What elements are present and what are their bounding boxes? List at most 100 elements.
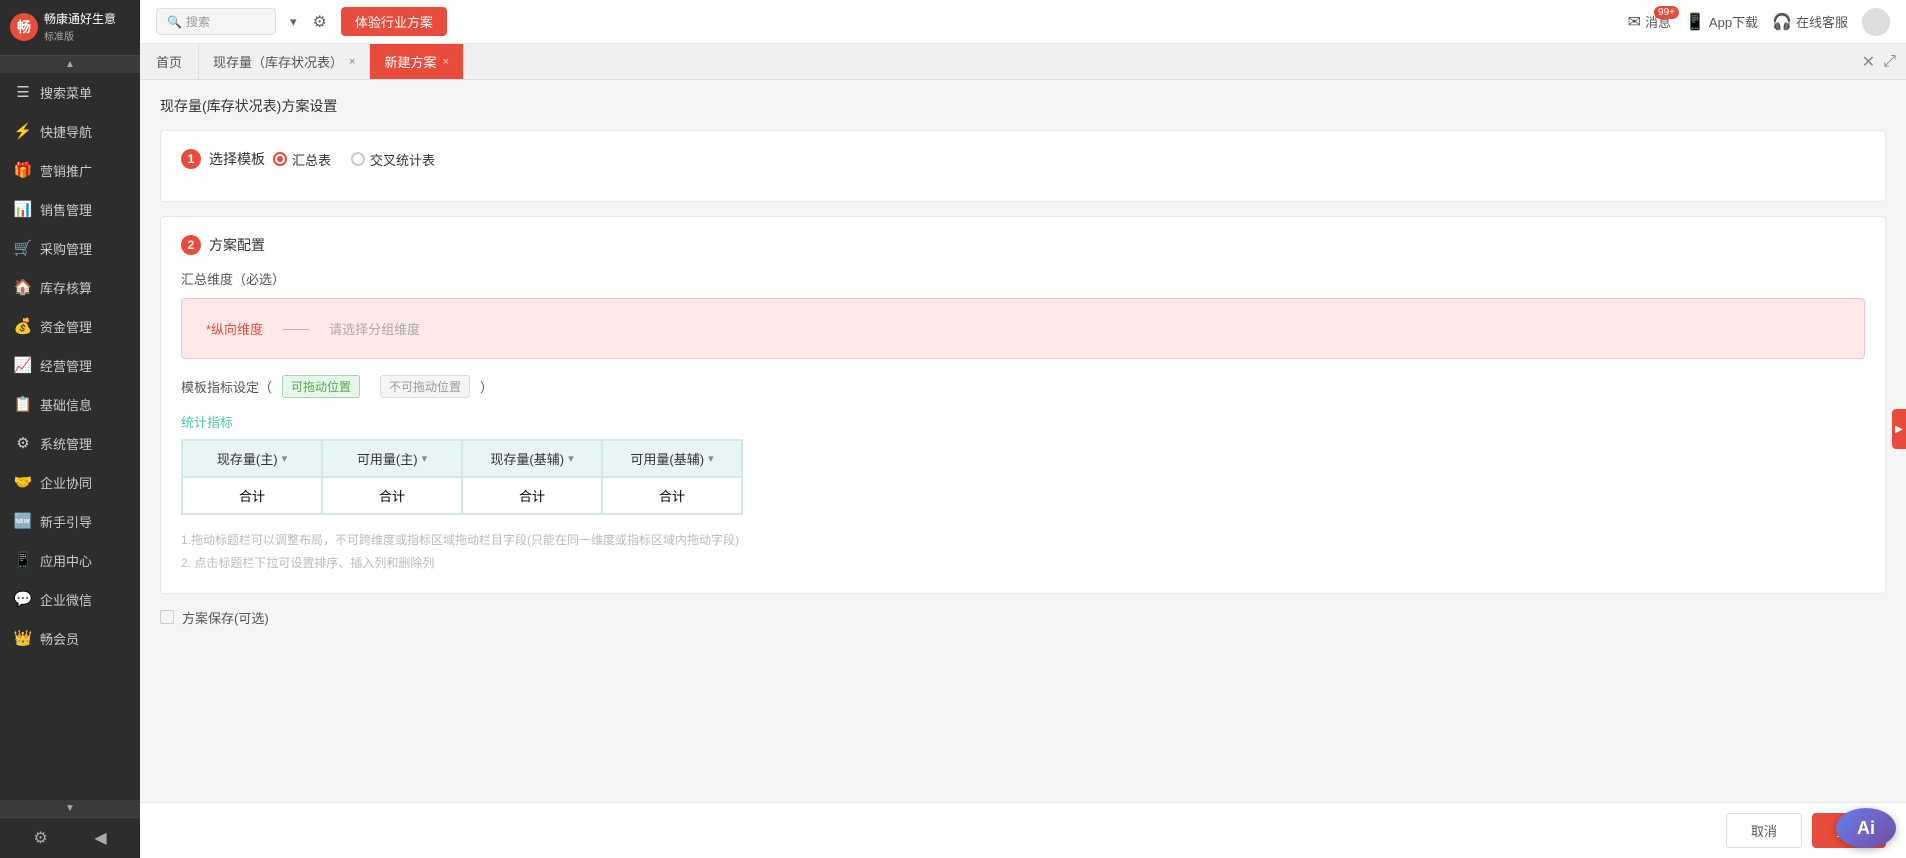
- tabs-close-icon[interactable]: ✕: [1862, 52, 1875, 72]
- sidebar-item-wechat[interactable]: 💬 企业微信: [0, 580, 140, 619]
- sidebar-scroll-up[interactable]: ▲: [0, 56, 140, 73]
- step2-title: 方案配置: [209, 235, 265, 255]
- app-logo: 畅 畅康通好生意 标准版: [0, 0, 140, 56]
- dimension-required-mark: *纵向维度: [206, 319, 263, 338]
- sidebar-item-label: 采购管理: [40, 239, 92, 258]
- col-header-0[interactable]: 现存量(主) ▾: [182, 440, 322, 477]
- tabs-expand-icon[interactable]: ⤢: [1883, 53, 1896, 71]
- search-box[interactable]: 🔍 搜索: [156, 8, 276, 35]
- search-placeholder: 搜索: [186, 13, 210, 30]
- sidebar-item-marketing[interactable]: 🎁 营销推广: [0, 151, 140, 190]
- indicator-movable-tag: 可拖动位置: [282, 375, 360, 398]
- gear-icon[interactable]: ⚙: [313, 12, 327, 32]
- sidebar-item-label: 快捷导航: [40, 122, 92, 141]
- radio-summary[interactable]: 汇总表: [273, 150, 331, 169]
- col-header-1[interactable]: 可用量(主) ▾: [322, 440, 462, 477]
- user-avatar[interactable]: [1862, 8, 1890, 36]
- col-2-chevron: ▾: [568, 452, 574, 465]
- app-edition: 标准版: [44, 28, 116, 43]
- sidebar-item-appstore[interactable]: 📱 应用中心: [0, 541, 140, 580]
- sidebar-item-label: 企业微信: [40, 590, 92, 609]
- cell-0-1: 合计: [322, 477, 462, 514]
- marketing-icon: 🎁: [14, 161, 32, 179]
- sidebar-scroll-down[interactable]: ▼: [0, 800, 140, 817]
- dimension-arrow: ——: [283, 321, 309, 336]
- app-name: 畅康通好生意: [44, 12, 116, 28]
- sidebar-footer: ⚙ ◀: [0, 817, 140, 858]
- col-1-label: 可用量(主): [357, 449, 418, 468]
- right-collapse-handle[interactable]: ▶: [1892, 409, 1906, 449]
- tab-home[interactable]: 首页: [140, 44, 199, 79]
- tab-new-scheme[interactable]: 新建方案 ×: [370, 44, 463, 79]
- sidebar-item-collab[interactable]: 🤝 企业协同: [0, 463, 140, 502]
- headset-icon: 🎧: [1772, 12, 1792, 32]
- sidebar-item-label: 应用中心: [40, 551, 92, 570]
- sidebar-item-label: 企业协同: [40, 473, 92, 492]
- footer: 取消 查询: [140, 802, 1906, 858]
- message-btn[interactable]: ✉ 消息 99+: [1628, 12, 1671, 32]
- step2-card: 2 方案配置 汇总维度（必选） *纵向维度 —— 请选择分组维度 模板指标设定（…: [160, 216, 1886, 594]
- search-dropdown-icon[interactable]: ▾: [290, 14, 297, 30]
- sidebar-item-purchase[interactable]: 🛒 采购管理: [0, 229, 140, 268]
- collab-icon: 🤝: [14, 473, 32, 491]
- ai-badge[interactable]: Ai: [1836, 808, 1896, 848]
- appstore-icon: 📱: [14, 551, 32, 569]
- save-label: 方案保存(可选): [182, 608, 269, 627]
- col-1-chevron: ▾: [422, 452, 428, 465]
- sidebar-item-management[interactable]: 📈 经营管理: [0, 346, 140, 385]
- col-header-2[interactable]: 现存量(基辅) ▾: [462, 440, 602, 477]
- tab-new-scheme-label: 新建方案: [384, 52, 436, 71]
- tab-inventory-status[interactable]: 现存量（库存状况表） ×: [199, 44, 370, 79]
- sidebar-item-member[interactable]: 👑 畅会员: [0, 619, 140, 658]
- main-content: 现存量(库存状况表)方案设置 1 选择模板 汇总表 交叉统计表: [140, 80, 1906, 802]
- indicator-setting-row: 模板指标设定（ 可拖动位置 不可拖动位置 ）: [181, 375, 1865, 398]
- customer-service-label: 在线客服: [1796, 12, 1848, 31]
- trial-industry-button[interactable]: 体验行业方案: [341, 7, 447, 36]
- radio-summary-label: 汇总表: [292, 150, 331, 169]
- sidebar-item-label: 基础信息: [40, 395, 92, 414]
- col-2-label: 现存量(基辅): [490, 449, 564, 468]
- cell-0-3: 合计: [602, 477, 742, 514]
- dimension-box[interactable]: *纵向维度 —— 请选择分组维度: [181, 298, 1865, 359]
- search-icon: 🔍: [167, 15, 182, 29]
- save-checkbox[interactable]: [160, 610, 174, 624]
- app-download-btn[interactable]: 📱 App下载: [1685, 12, 1758, 32]
- col-0-label: 现存量(主): [217, 449, 278, 468]
- sidebar-item-system[interactable]: ⚙ 系统管理: [0, 424, 140, 463]
- radio-summary-dot: [273, 152, 287, 166]
- sidebar-item-quicknav[interactable]: ⚡ 快捷导航: [0, 112, 140, 151]
- cell-0-0: 合计: [182, 477, 322, 514]
- col-0-chevron: ▾: [282, 452, 288, 465]
- tabs-right-controls: ✕ ⤢: [1862, 52, 1906, 72]
- sidebar-settings-btn[interactable]: ⚙: [33, 828, 47, 848]
- search-menu-icon: ☰: [14, 83, 32, 101]
- sidebar-item-inventory[interactable]: 🏠 库存核算: [0, 268, 140, 307]
- stats-thead: 现存量(主) ▾ 可用量(主) ▾: [182, 440, 743, 478]
- message-badge: 99+: [1654, 6, 1679, 19]
- app-download-label: App下载: [1709, 12, 1758, 31]
- sidebar-item-sales[interactable]: 📊 销售管理: [0, 190, 140, 229]
- stats-tbody: 合计 合计 合计 合计: [182, 477, 743, 515]
- sidebar-item-label: 库存核算: [40, 278, 92, 297]
- basic-icon: 📋: [14, 395, 32, 413]
- cell-0-2: 合计: [462, 477, 602, 514]
- stats-table: 现存量(主) ▾ 可用量(主) ▾: [181, 439, 743, 515]
- radio-cross[interactable]: 交叉统计表: [351, 150, 435, 169]
- sidebar-collapse-btn[interactable]: ◀: [94, 828, 106, 848]
- sidebar-item-finance[interactable]: 💰 资金管理: [0, 307, 140, 346]
- sidebar-item-label: 资金管理: [40, 317, 92, 336]
- col-3-label: 可用量(基辅): [630, 449, 704, 468]
- sidebar: 畅 畅康通好生意 标准版 ▲ ☰ 搜索菜单 ⚡ 快捷导航 🎁 营销推广 📊 销售…: [0, 0, 140, 858]
- sidebar-item-search[interactable]: ☰ 搜索菜单: [0, 73, 140, 112]
- indicator-close-paren: ）: [480, 377, 493, 396]
- tip-2: 2. 点击标题栏下拉可设置排序、插入列和删除列: [181, 552, 1865, 575]
- tab2-close-icon[interactable]: ×: [442, 56, 448, 68]
- inventory-icon: 🏠: [14, 278, 32, 296]
- col-header-3[interactable]: 可用量(基辅) ▾: [602, 440, 742, 477]
- sidebar-item-guide[interactable]: 🆕 新手引导: [0, 502, 140, 541]
- radio-cross-dot: [351, 152, 365, 166]
- sidebar-item-basic[interactable]: 📋 基础信息: [0, 385, 140, 424]
- customer-service-btn[interactable]: 🎧 在线客服: [1772, 12, 1848, 32]
- cancel-button[interactable]: 取消: [1726, 813, 1802, 848]
- tab1-close-icon[interactable]: ×: [349, 56, 355, 68]
